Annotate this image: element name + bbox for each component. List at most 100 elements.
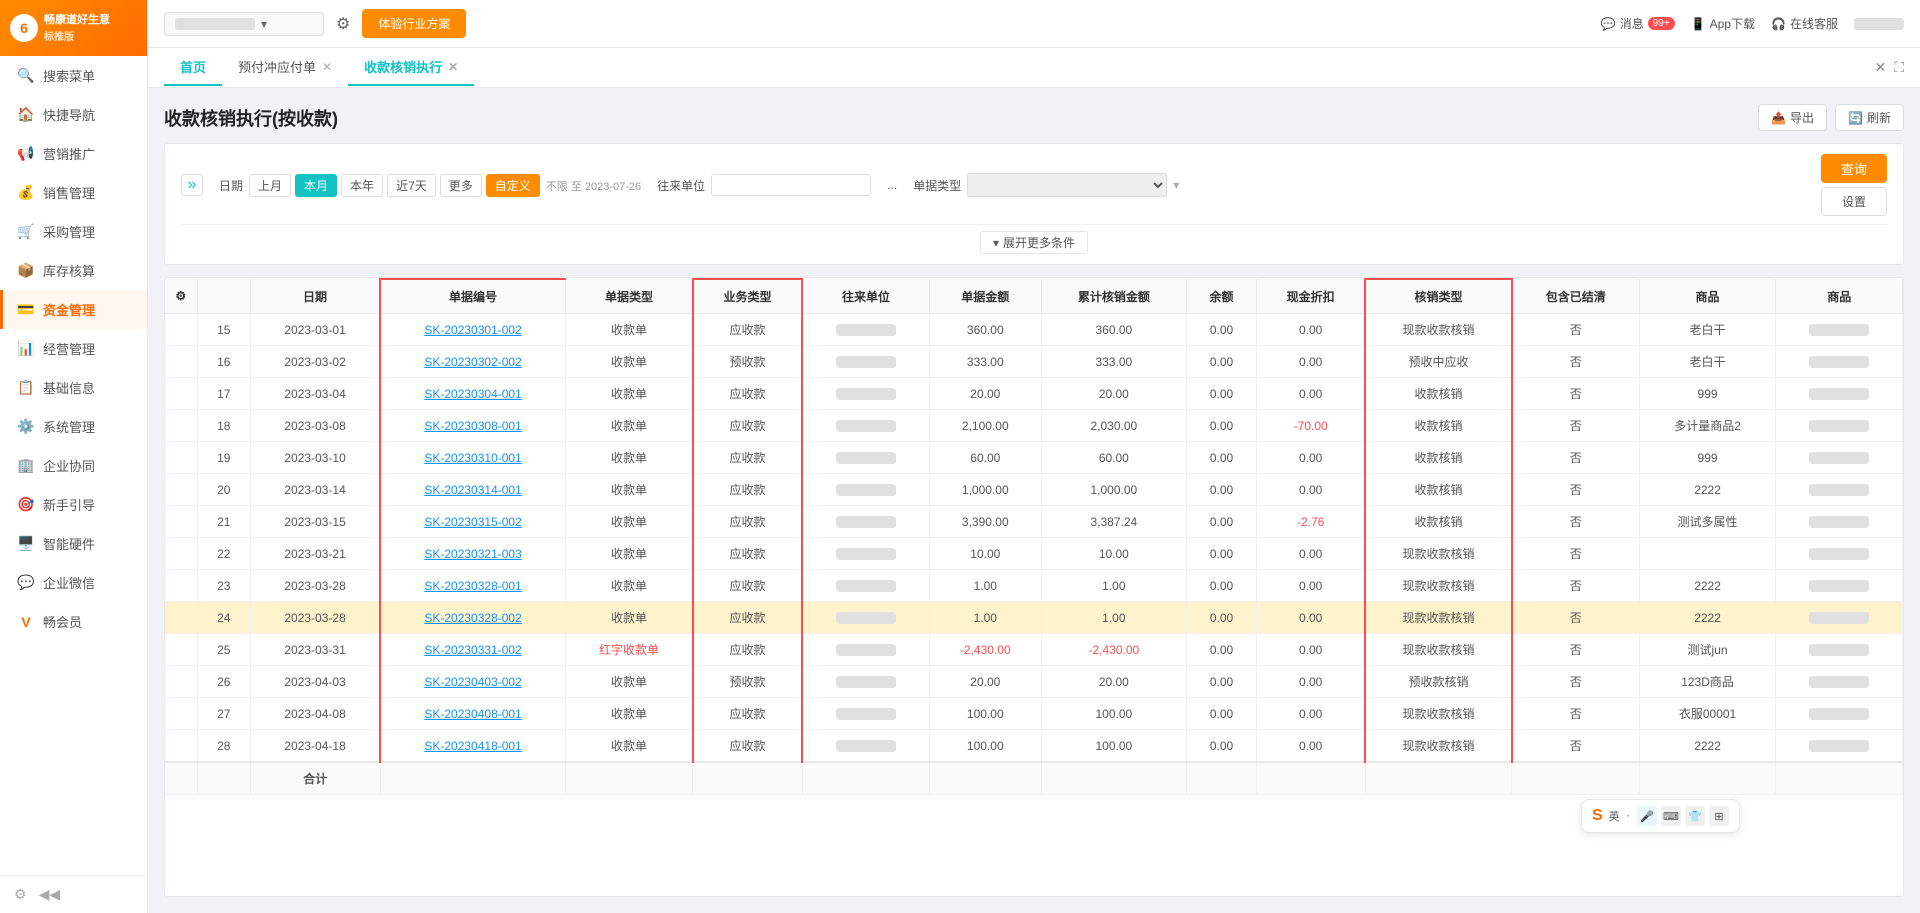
sidebar-item-wechat[interactable]: 💬 企业微信 bbox=[0, 563, 147, 602]
cell-voucher-no[interactable]: SK-20230331-002 bbox=[380, 634, 566, 666]
cell-voucher-no[interactable]: SK-20230328-002 bbox=[380, 602, 566, 634]
filter-row-1: » 日期 上月 本月 本年 近7天 更多 自定义 不限 至 2023-07-26 bbox=[181, 154, 1887, 216]
filter-bar: » 日期 上月 本月 本年 近7天 更多 自定义 不限 至 2023-07-26 bbox=[164, 143, 1904, 265]
sidebar-item-hardware[interactable]: 🖥️ 智能硬件 bbox=[0, 524, 147, 563]
sidebar-item-member[interactable]: V 畅会员 bbox=[0, 602, 147, 641]
export-icon: 📤 bbox=[1771, 111, 1786, 125]
date-btn-this-year[interactable]: 本年 bbox=[341, 174, 383, 197]
messages-label: 消息 bbox=[1620, 15, 1644, 32]
table-row: 212023-03-15SK-20230315-002收款单应收款3,390.0… bbox=[165, 506, 1903, 538]
expand-arrow-icon[interactable]: » bbox=[181, 174, 203, 196]
tab-receipts[interactable]: 收款核销执行 ✕ bbox=[348, 49, 474, 86]
sidebar-item-inventory[interactable]: 📦 库存核算 bbox=[0, 251, 147, 290]
sidebar-item-quicknav[interactable]: 🏠 快捷导航 bbox=[0, 95, 147, 134]
date-btn-custom[interactable]: 自定义 bbox=[486, 174, 540, 197]
cell-voucher-no[interactable]: SK-20230302-002 bbox=[380, 346, 566, 378]
cell-cash-discount: 0.00 bbox=[1257, 474, 1366, 506]
sidebar-item-search[interactable]: 🔍 搜索菜单 bbox=[0, 56, 147, 95]
page-header: 收款核销执行(按收款) 📤 导出 🔄 刷新 bbox=[164, 104, 1904, 131]
cell-voucher-no[interactable]: SK-20230328-001 bbox=[380, 570, 566, 602]
cell-voucher-type: 收款单 bbox=[566, 506, 693, 538]
wechat-icon: 💬 bbox=[17, 574, 35, 591]
mic-icon[interactable]: 🎤 bbox=[1637, 806, 1657, 826]
settings-icon[interactable]: ⚙ bbox=[14, 886, 27, 903]
voucher-type-select[interactable] bbox=[967, 173, 1167, 197]
footer-cell bbox=[929, 762, 1041, 795]
page-actions: 📤 导出 🔄 刷新 bbox=[1758, 104, 1904, 131]
messages-btn[interactable]: 💬 消息 99+ bbox=[1601, 15, 1675, 32]
filter-expand-row: ▾ 展开更多条件 bbox=[181, 224, 1887, 254]
sidebar-item-purchase[interactable]: 🛒 采购管理 bbox=[0, 212, 147, 251]
expand-more-btn[interactable]: ▾ 展开更多条件 bbox=[980, 231, 1088, 254]
date-btn-this-month[interactable]: 本月 bbox=[295, 174, 337, 197]
date-btn-more[interactable]: 更多 bbox=[440, 174, 482, 197]
cell-voucher-no[interactable]: SK-20230314-001 bbox=[380, 474, 566, 506]
tab-home[interactable]: 首页 bbox=[164, 49, 222, 86]
col-settings-icon[interactable]: ⚙ bbox=[175, 289, 186, 303]
cell-voucher-no[interactable]: SK-20230301-002 bbox=[380, 314, 566, 346]
export-btn[interactable]: 📤 导出 bbox=[1758, 104, 1827, 131]
sidebar-item-system[interactable]: ⚙️ 系统管理 bbox=[0, 407, 147, 446]
sidebar-item-guide[interactable]: 🎯 新手引导 bbox=[0, 485, 147, 524]
company-selector[interactable]: ▾ bbox=[164, 12, 324, 36]
grid-icon[interactable]: ⊞ bbox=[1709, 806, 1729, 826]
service-btn[interactable]: 🎧 在线客服 bbox=[1771, 15, 1838, 32]
cell-cancel-type: 收款核销 bbox=[1365, 378, 1512, 410]
cell-voucher-no[interactable]: SK-20230408-001 bbox=[380, 698, 566, 730]
tab-payable[interactable]: 预付冲应付单 ✕ bbox=[222, 49, 348, 86]
refresh-btn[interactable]: 🔄 刷新 bbox=[1835, 104, 1904, 131]
sidebar-item-marketing-label: 营销推广 bbox=[43, 144, 95, 163]
cell-settings bbox=[165, 602, 197, 634]
date-btn-last-month[interactable]: 上月 bbox=[249, 174, 291, 197]
purchase-icon: 🛒 bbox=[17, 223, 35, 240]
sidebar-item-sales[interactable]: 💰 销售管理 bbox=[0, 173, 147, 212]
sidebar-item-operation[interactable]: 📊 经营管理 bbox=[0, 329, 147, 368]
sidebar-menu: 🔍 搜索菜单 🏠 快捷导航 📢 营销推广 💰 销售管理 🛒 采购管理 📦 库存核… bbox=[0, 56, 147, 875]
cell-company bbox=[802, 538, 929, 570]
query-btn[interactable]: 查询 bbox=[1821, 154, 1887, 183]
cell-date: 2023-04-18 bbox=[251, 730, 380, 763]
cell-product2 bbox=[1776, 506, 1903, 538]
sidebar-item-marketing[interactable]: 📢 营销推广 bbox=[0, 134, 147, 173]
cell-amount: 360.00 bbox=[929, 314, 1041, 346]
refresh-icon: 🔄 bbox=[1848, 111, 1863, 125]
cell-balance: 0.00 bbox=[1186, 634, 1256, 666]
cell-voucher-no[interactable]: SK-20230418-001 bbox=[380, 730, 566, 763]
sidebar-bottom: ⚙ ◀◀ bbox=[0, 875, 147, 913]
tab-receipts-close[interactable]: ✕ bbox=[448, 60, 458, 74]
cell-voucher-no[interactable]: SK-20230310-001 bbox=[380, 442, 566, 474]
shirt-icon[interactable]: 👕 bbox=[1685, 806, 1705, 826]
cell-biz-type: 应收款 bbox=[693, 410, 802, 442]
cell-cash-discount: 0.00 bbox=[1257, 698, 1366, 730]
sidebar-item-basic[interactable]: 📋 基础信息 bbox=[0, 368, 147, 407]
cell-cash-discount: 0.00 bbox=[1257, 570, 1366, 602]
cell-voucher-no[interactable]: SK-20230321-003 bbox=[380, 538, 566, 570]
collapse-icon[interactable]: ◀◀ bbox=[39, 886, 61, 903]
sidebar-logo: 6 畅康道好生意 标推版 bbox=[0, 0, 147, 56]
setting-btn[interactable]: 设置 bbox=[1821, 187, 1887, 216]
solution-btn[interactable]: 体验行业方案 bbox=[362, 9, 466, 38]
cell-balance: 0.00 bbox=[1186, 730, 1256, 763]
cell-product: 123D商品 bbox=[1639, 666, 1776, 698]
sidebar-item-enterprise[interactable]: 🏢 企业协同 bbox=[0, 446, 147, 485]
tab-close-all-icon[interactable]: ✕ bbox=[1874, 59, 1886, 76]
cell-no: 26 bbox=[197, 666, 251, 698]
cell-cash-discount: 0.00 bbox=[1257, 346, 1366, 378]
gear-icon[interactable]: ⚙ bbox=[336, 14, 350, 34]
keyboard-icon[interactable]: ⌨ bbox=[1661, 806, 1681, 826]
tab-payable-close[interactable]: ✕ bbox=[322, 60, 332, 74]
cell-voucher-no[interactable]: SK-20230403-002 bbox=[380, 666, 566, 698]
company-input[interactable] bbox=[711, 174, 871, 196]
sidebar-item-finance[interactable]: 💳 资金管理 bbox=[0, 290, 147, 329]
date-btn-7days[interactable]: 近7天 bbox=[387, 174, 436, 197]
cell-voucher-no[interactable]: SK-20230308-001 bbox=[380, 410, 566, 442]
user-avatar[interactable] bbox=[1854, 18, 1904, 30]
tab-fullscreen-icon[interactable]: ⛶ bbox=[1894, 59, 1904, 76]
cell-voucher-no[interactable]: SK-20230315-002 bbox=[380, 506, 566, 538]
cell-product2 bbox=[1776, 570, 1903, 602]
cell-biz-type: 应收款 bbox=[693, 538, 802, 570]
app-download-btn[interactable]: 📱 App下载 bbox=[1691, 15, 1755, 32]
cell-settings bbox=[165, 698, 197, 730]
cell-voucher-no[interactable]: SK-20230304-001 bbox=[380, 378, 566, 410]
cell-biz-type: 预收款 bbox=[693, 666, 802, 698]
